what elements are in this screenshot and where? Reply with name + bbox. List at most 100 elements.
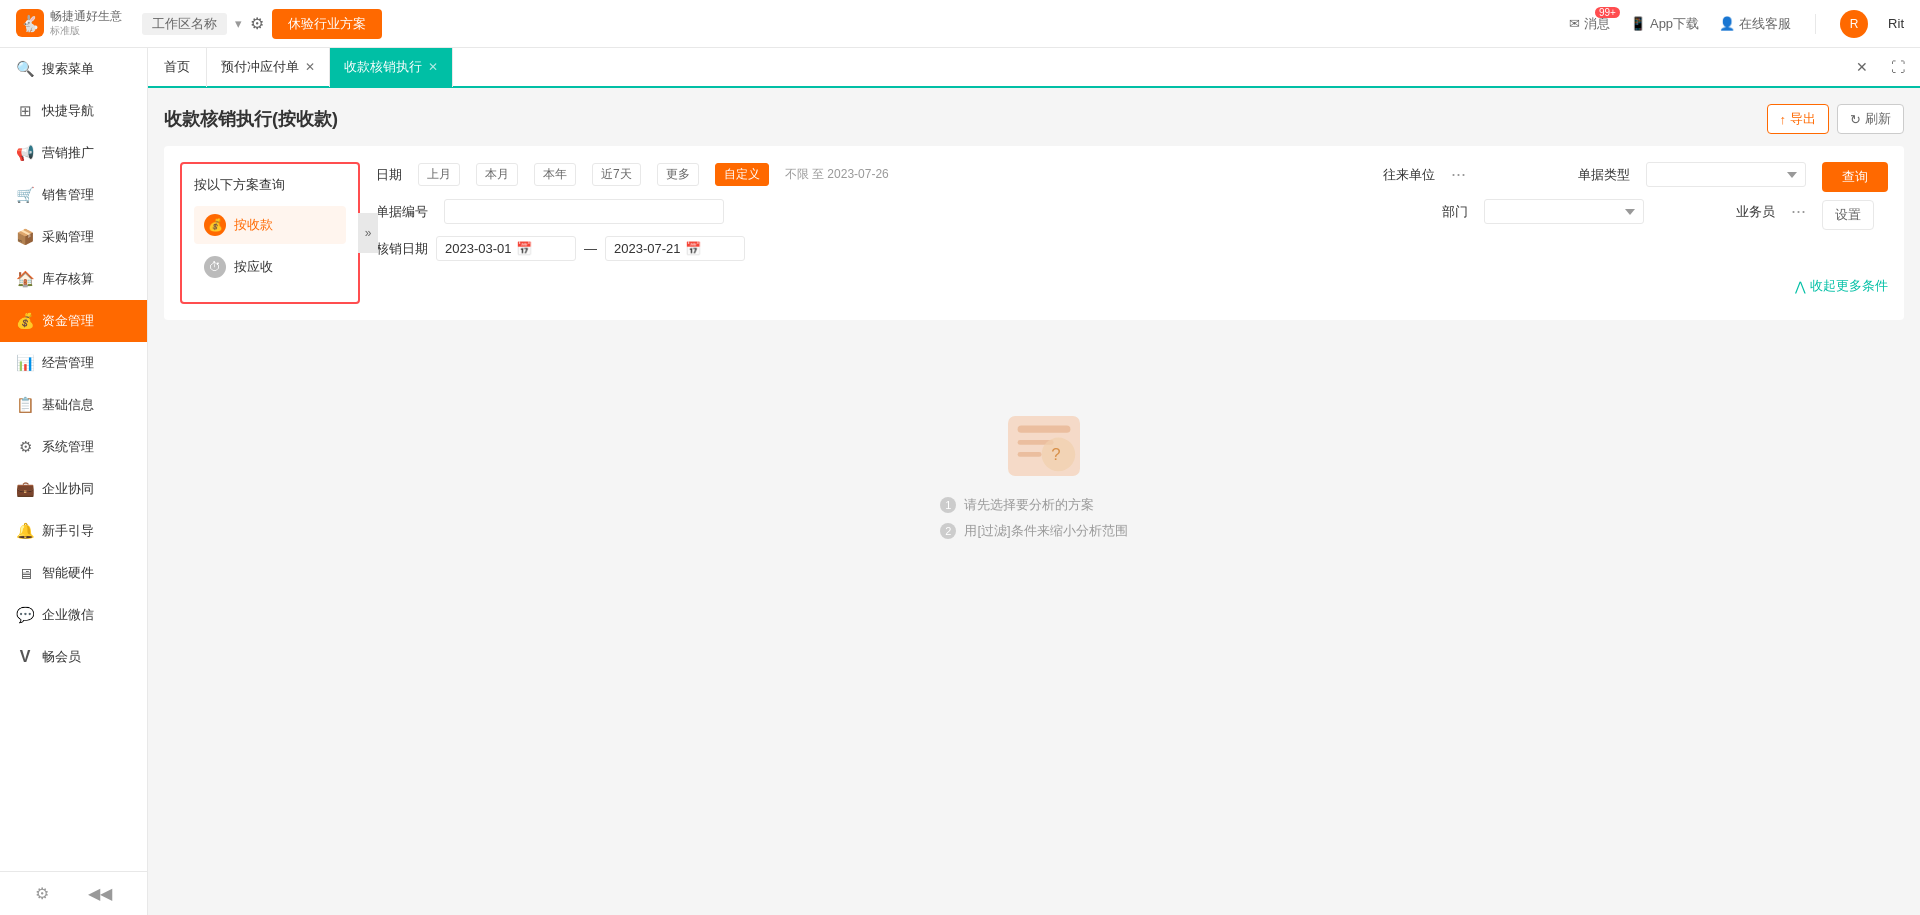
page-content: 收款核销执行(按收款) ↑ 导出 ↻ 刷新 按以下方案查询 [148, 88, 1920, 915]
bill-no-input[interactable] [444, 199, 724, 224]
message-badge: 99+ [1595, 7, 1620, 18]
empty-image: ? [984, 380, 1084, 480]
sidebar-item-hardware[interactable]: 🖥 智能硬件 [0, 552, 147, 594]
collapse-left-btn[interactable]: » [358, 213, 378, 253]
sidebar-item-collab[interactable]: 💼 企业协同 [0, 468, 147, 510]
filter-row-billno: 单据编号 部门 业务员 ··· [376, 199, 1806, 224]
dept-select[interactable] [1484, 199, 1644, 224]
avatar[interactable]: R [1840, 10, 1868, 38]
tip-text-2: 用[过滤]条件来缩小分析范围 [964, 522, 1127, 540]
filter-row-date: 日期 上月 本月 本年 近7天 更多 自定义 不限 至 2023-07-26 往… [376, 162, 1806, 187]
staff-label: 业务员 [1736, 203, 1775, 221]
filter-option-receivable-label: 按应收 [234, 258, 273, 276]
tab-home[interactable]: 首页 [148, 48, 207, 87]
date-btn-this-month[interactable]: 本月 [476, 163, 518, 186]
sidebar-item-nav[interactable]: ⊞ 快捷导航 [0, 90, 147, 132]
tab-prepay-close[interactable]: ✕ [305, 60, 315, 74]
app-title: 畅捷通好生意 [50, 9, 122, 23]
sidebar-item-marketing[interactable]: 📢 营销推广 [0, 132, 147, 174]
app-edition: 标准版 [50, 24, 122, 38]
sidebar-label-ops: 经营管理 [42, 354, 94, 372]
sidebar-item-wechat[interactable]: 💬 企业微信 [0, 594, 147, 636]
app-download-label: App下载 [1650, 15, 1699, 33]
export-icon: ↑ [1780, 112, 1787, 127]
tab-bar: 首页 预付冲应付单 ✕ 收款核销执行 ✕ ✕ ⛶ [148, 48, 1920, 88]
app-download-button[interactable]: 📱 App下载 [1630, 15, 1699, 33]
verify-date-start-value: 2023-03-01 [445, 241, 512, 256]
receipt-icon: 💰 [204, 214, 226, 236]
refresh-button[interactable]: ↻ 刷新 [1837, 104, 1904, 134]
hardware-icon: 🖥 [16, 565, 34, 582]
sidebar-item-sales[interactable]: 🛒 销售管理 [0, 174, 147, 216]
bill-type-select[interactable] [1646, 162, 1806, 187]
sidebar-label-member: 畅会员 [42, 648, 81, 666]
sidebar-label-nav: 快捷导航 [42, 102, 94, 120]
maximize-tab-btn[interactable]: ⛶ [1884, 53, 1912, 81]
verify-date-label: 核销日期 [376, 240, 428, 258]
tab-prepay[interactable]: 预付冲应付单 ✕ [207, 48, 330, 87]
sidebar-item-member[interactable]: V 畅会员 [0, 636, 147, 678]
sidebar-label-guide: 新手引导 [42, 522, 94, 540]
top-bar-center: 工作区名称 ▾ ⚙ 休验行业方案 [142, 9, 1569, 39]
download-icon: 📱 [1630, 16, 1646, 31]
staff-more-icon[interactable]: ··· [1791, 201, 1806, 222]
filter-section: 按以下方案查询 💰 按收款 ⏱ 按应收 » [164, 146, 1904, 320]
sidebar-item-basic[interactable]: 📋 基础信息 [0, 384, 147, 426]
sidebar-item-purchase[interactable]: 📦 采购管理 [0, 216, 147, 258]
online-service-button[interactable]: 👤 在线客服 [1719, 15, 1791, 33]
verify-date-start-input[interactable]: 2023-03-01 📅 [436, 236, 576, 261]
settings-icon[interactable]: ⚙ [250, 14, 264, 33]
sidebar-item-search[interactable]: 🔍 搜索菜单 [0, 48, 147, 90]
settings-button[interactable]: 设置 [1822, 200, 1874, 230]
solution-button[interactable]: 休验行业方案 [272, 9, 382, 39]
message-button[interactable]: ✉ 消息 99+ [1569, 15, 1610, 33]
sidebar-item-inventory[interactable]: 🏠 库存核算 [0, 258, 147, 300]
date-btn-more[interactable]: 更多 [657, 163, 699, 186]
svg-text:?: ? [1051, 445, 1060, 464]
purchase-icon: 📦 [16, 228, 34, 246]
counterpart-more-icon[interactable]: ··· [1451, 164, 1466, 185]
collapse-more-area: ⋀ 收起更多条件 [376, 277, 1888, 295]
close-tab-btn[interactable]: ✕ [1848, 53, 1876, 81]
sidebar-item-ops[interactable]: 📊 经营管理 [0, 342, 147, 384]
sidebar-label-inventory: 库存核算 [42, 270, 94, 288]
ops-icon: 📊 [16, 354, 34, 372]
filter-right-panel: 日期 上月 本月 本年 近7天 更多 自定义 不限 至 2023-07-26 往… [376, 162, 1888, 304]
chevron-down-icon[interactable]: ▾ [235, 16, 242, 31]
sidebar-label-wechat: 企业微信 [42, 606, 94, 624]
page-actions: ↑ 导出 ↻ 刷新 [1767, 104, 1905, 134]
collab-icon: 💼 [16, 480, 34, 498]
sidebar-item-finance[interactable]: 💰 资金管理 [0, 300, 147, 342]
filter-option-receipt-label: 按收款 [234, 216, 273, 234]
calendar-start-icon[interactable]: 📅 [516, 241, 532, 256]
receivable-icon: ⏱ [204, 256, 226, 278]
sidebar-item-system[interactable]: ⚙ 系统管理 [0, 426, 147, 468]
counterpart-label: 往来单位 [1383, 166, 1435, 184]
date-btn-7days[interactable]: 近7天 [592, 163, 641, 186]
tab-verify-close[interactable]: ✕ [428, 60, 438, 74]
sidebar: 🔍 搜索菜单 ⊞ 快捷导航 📢 营销推广 🛒 销售管理 📦 采购管理 🏠 库存核… [0, 48, 148, 915]
collapse-more-button[interactable]: ⋀ 收起更多条件 [1795, 277, 1888, 295]
tab-prepay-label: 预付冲应付单 [221, 58, 299, 76]
date-btn-this-year[interactable]: 本年 [534, 163, 576, 186]
bottom-settings-icon[interactable]: ⚙ [35, 884, 49, 903]
filter-row-verify-date: 核销日期 2023-03-01 📅 — 2023-07-21 📅 [376, 236, 1806, 261]
finance-icon: 💰 [16, 312, 34, 330]
online-service-label: 在线客服 [1739, 15, 1791, 33]
collapse-sidebar-icon[interactable]: ◀◀ [88, 884, 112, 903]
sidebar-item-guide[interactable]: 🔔 新手引导 [0, 510, 147, 552]
filter-panel-title: 按以下方案查询 [194, 176, 346, 194]
filter-option-receivable[interactable]: ⏱ 按应收 [194, 248, 346, 286]
basic-icon: 📋 [16, 396, 34, 414]
divider [1815, 14, 1816, 34]
logo-icon: 🐇 [16, 9, 44, 37]
calendar-end-icon[interactable]: 📅 [685, 241, 701, 256]
date-btn-last-month[interactable]: 上月 [418, 163, 460, 186]
query-button[interactable]: 查询 [1822, 162, 1888, 192]
sidebar-bottom: ⚙ ◀◀ [0, 871, 147, 915]
filter-option-receipt[interactable]: 💰 按收款 [194, 206, 346, 244]
verify-date-end-input[interactable]: 2023-07-21 📅 [605, 236, 745, 261]
tab-verify[interactable]: 收款核销执行 ✕ [330, 48, 453, 87]
export-button[interactable]: ↑ 导出 [1767, 104, 1830, 134]
date-btn-custom[interactable]: 自定义 [715, 163, 769, 186]
